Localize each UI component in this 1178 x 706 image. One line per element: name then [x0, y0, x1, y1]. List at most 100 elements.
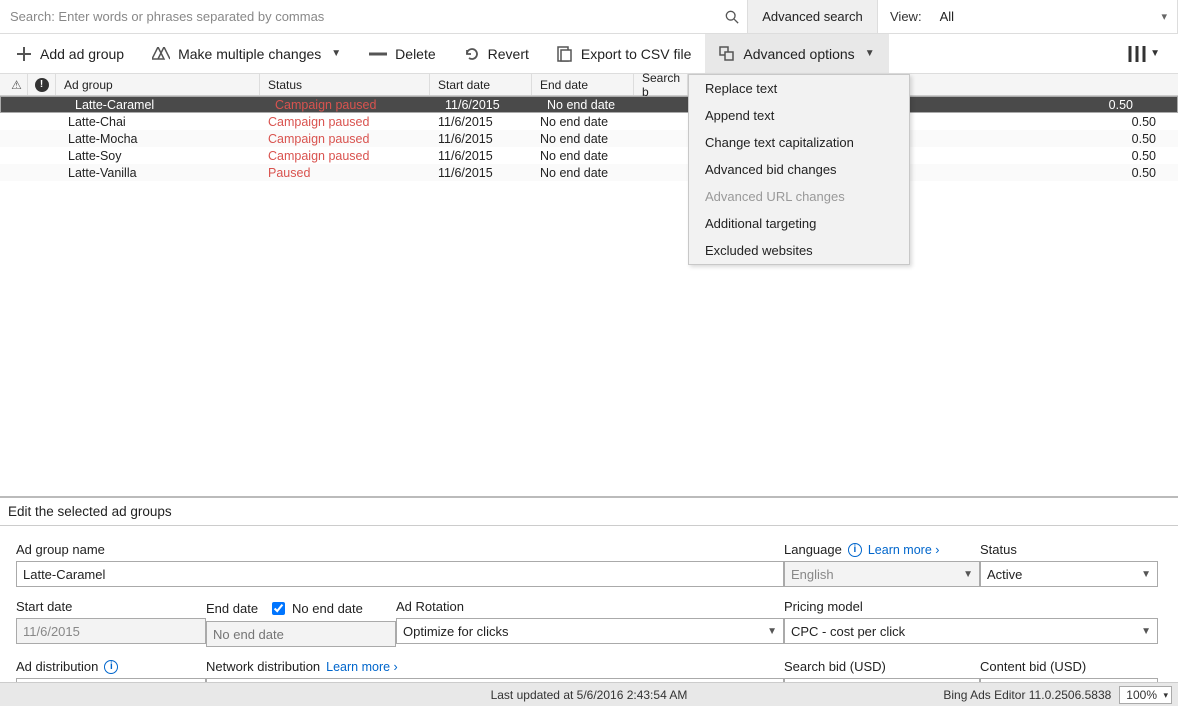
start-date-input [16, 618, 206, 644]
chevron-down-icon: ▼ [1141, 626, 1151, 637]
chevron-down-icon: ▼ [963, 569, 973, 580]
menu-change-capitalization[interactable]: Change text capitalization [689, 129, 909, 156]
last-updated-text: Last updated at 5/6/2016 2:43:54 AM [491, 688, 688, 702]
cell-status: Campaign paused [267, 98, 437, 112]
export-csv-label: Export to CSV file [581, 46, 692, 62]
col-ad-group[interactable]: Ad group [56, 74, 260, 95]
end-date-input [206, 621, 396, 647]
cell-ad-group: Latte-Soy [56, 149, 260, 163]
ad-group-name-input[interactable] [16, 561, 784, 587]
language-label: Language i Learn more › [784, 542, 980, 557]
ad-distribution-label: Ad distribution i [16, 659, 206, 674]
no-end-date-label: No end date [292, 601, 363, 616]
cell-end-date: No end date [532, 149, 634, 163]
table-row[interactable]: Latte-MochaCampaign paused11/6/2015No en… [0, 130, 1178, 147]
table-row[interactable]: Latte-VanillaPaused11/6/2015No end date0… [0, 164, 1178, 181]
cell-end-date: No end date [532, 132, 634, 146]
plus-icon [16, 46, 32, 62]
chevron-down-icon: ▼ [331, 48, 341, 59]
col-warning[interactable] [0, 74, 28, 95]
minus-icon [369, 52, 387, 56]
advanced-options-button[interactable]: Advanced options ▼ [705, 34, 888, 73]
menu-advanced-bid-changes[interactable]: Advanced bid changes [689, 156, 909, 183]
status-select[interactable]: Active ▼ [980, 561, 1158, 587]
pricing-model-select[interactable]: CPC - cost per click ▼ [784, 618, 1158, 644]
error-icon: ! [35, 78, 49, 92]
menu-excluded-websites[interactable]: Excluded websites [689, 237, 909, 264]
start-date-label: Start date [16, 599, 206, 614]
chevron-down-icon: ▾ [1161, 10, 1167, 23]
columns-icon [1128, 46, 1146, 62]
menu-advanced-url-changes: Advanced URL changes [689, 183, 909, 210]
revert-label: Revert [488, 46, 529, 62]
ad-rotation-select[interactable]: Optimize for clicks ▼ [396, 618, 784, 644]
export-icon [557, 46, 573, 62]
chevron-down-icon: ▼ [865, 48, 875, 59]
cell-start-date: 11/6/2015 [430, 132, 532, 146]
language-select: English ▼ [784, 561, 980, 587]
cell-status: Campaign paused [260, 149, 430, 163]
view-selector[interactable]: View: All ▾ [878, 0, 1178, 33]
status-bar: Last updated at 5/6/2016 2:43:54 AM Bing… [0, 682, 1178, 706]
cell-status: Paused [260, 166, 430, 180]
search-input[interactable] [0, 0, 747, 33]
content-bid-label: Content bid (USD) [980, 659, 1158, 674]
revert-button[interactable]: Revert [450, 34, 543, 73]
make-multiple-changes-button[interactable]: Make multiple changes ▼ [138, 34, 355, 73]
pricing-model-label: Pricing model [784, 599, 1158, 614]
network-learn-more-link[interactable]: Learn more › [326, 660, 398, 674]
advanced-search-button[interactable]: Advanced search [748, 0, 878, 33]
cell-start-date: 11/6/2015 [437, 98, 539, 112]
table-row[interactable]: Latte-ChaiCampaign paused11/6/2015No end… [0, 113, 1178, 130]
col-search-bid[interactable]: Search b [634, 74, 688, 95]
cell-start-date: 11/6/2015 [430, 115, 532, 129]
cell-ad-group: Latte-Mocha [56, 132, 260, 146]
network-distribution-label: Network distribution Learn more › [206, 659, 784, 674]
chevron-down-icon: ▾ [1163, 690, 1168, 701]
menu-replace-text[interactable]: Replace text [689, 75, 909, 102]
search-bid-label: Search bid (USD) [784, 659, 980, 674]
undo-icon [464, 46, 480, 62]
no-end-date-checkbox[interactable] [272, 602, 285, 615]
col-end-date[interactable]: End date [532, 74, 634, 95]
info-icon[interactable]: i [104, 660, 118, 674]
cell-ad-group: Latte-Chai [56, 115, 260, 129]
chevron-down-icon: ▼ [1150, 48, 1160, 59]
menu-additional-targeting[interactable]: Additional targeting [689, 210, 909, 237]
cell-ad-group: Latte-Caramel [63, 98, 267, 112]
cell-status: Campaign paused [260, 115, 430, 129]
chevron-down-icon: ▼ [1141, 569, 1151, 580]
zoom-selector[interactable]: 100% ▾ [1119, 686, 1172, 704]
advanced-options-label: Advanced options [743, 46, 854, 62]
info-icon[interactable]: i [848, 543, 862, 557]
advanced-search-label: Advanced search [762, 9, 862, 24]
search-icon[interactable] [725, 10, 739, 24]
col-error[interactable]: ! [28, 74, 56, 95]
add-ad-group-button[interactable]: Add ad group [2, 34, 138, 73]
delete-button[interactable]: Delete [355, 34, 449, 73]
table-row[interactable]: Latte-CaramelCampaign paused11/6/2015No … [0, 96, 1178, 113]
cell-status: Campaign paused [260, 132, 430, 146]
cell-ad-group: Latte-Vanilla [56, 166, 260, 180]
advanced-options-menu: Replace text Append text Change text cap… [688, 74, 910, 265]
app-version-text: Bing Ads Editor 11.0.2506.5838 [943, 688, 1111, 702]
cell-end-date: No end date [532, 115, 634, 129]
menu-append-text[interactable]: Append text [689, 102, 909, 129]
search-box[interactable] [0, 0, 748, 33]
col-start-date[interactable]: Start date [430, 74, 532, 95]
add-ad-group-label: Add ad group [40, 46, 124, 62]
columns-button[interactable]: ▼ [1112, 34, 1176, 73]
export-csv-button[interactable]: Export to CSV file [543, 34, 706, 73]
status-label: Status [980, 542, 1158, 557]
table-header: ! Ad group Status Start date End date Se… [0, 74, 1178, 96]
advanced-icon [719, 46, 735, 62]
language-learn-more-link[interactable]: Learn more › [868, 543, 940, 557]
ad-group-name-label: Ad group name [16, 542, 784, 557]
cell-end-date: No end date [532, 166, 634, 180]
make-changes-label: Make multiple changes [178, 46, 321, 62]
delete-label: Delete [395, 46, 435, 62]
table-row[interactable]: Latte-SoyCampaign paused11/6/2015No end … [0, 147, 1178, 164]
col-status[interactable]: Status [260, 74, 430, 95]
end-date-label: End date [206, 601, 258, 616]
cell-start-date: 11/6/2015 [430, 166, 532, 180]
